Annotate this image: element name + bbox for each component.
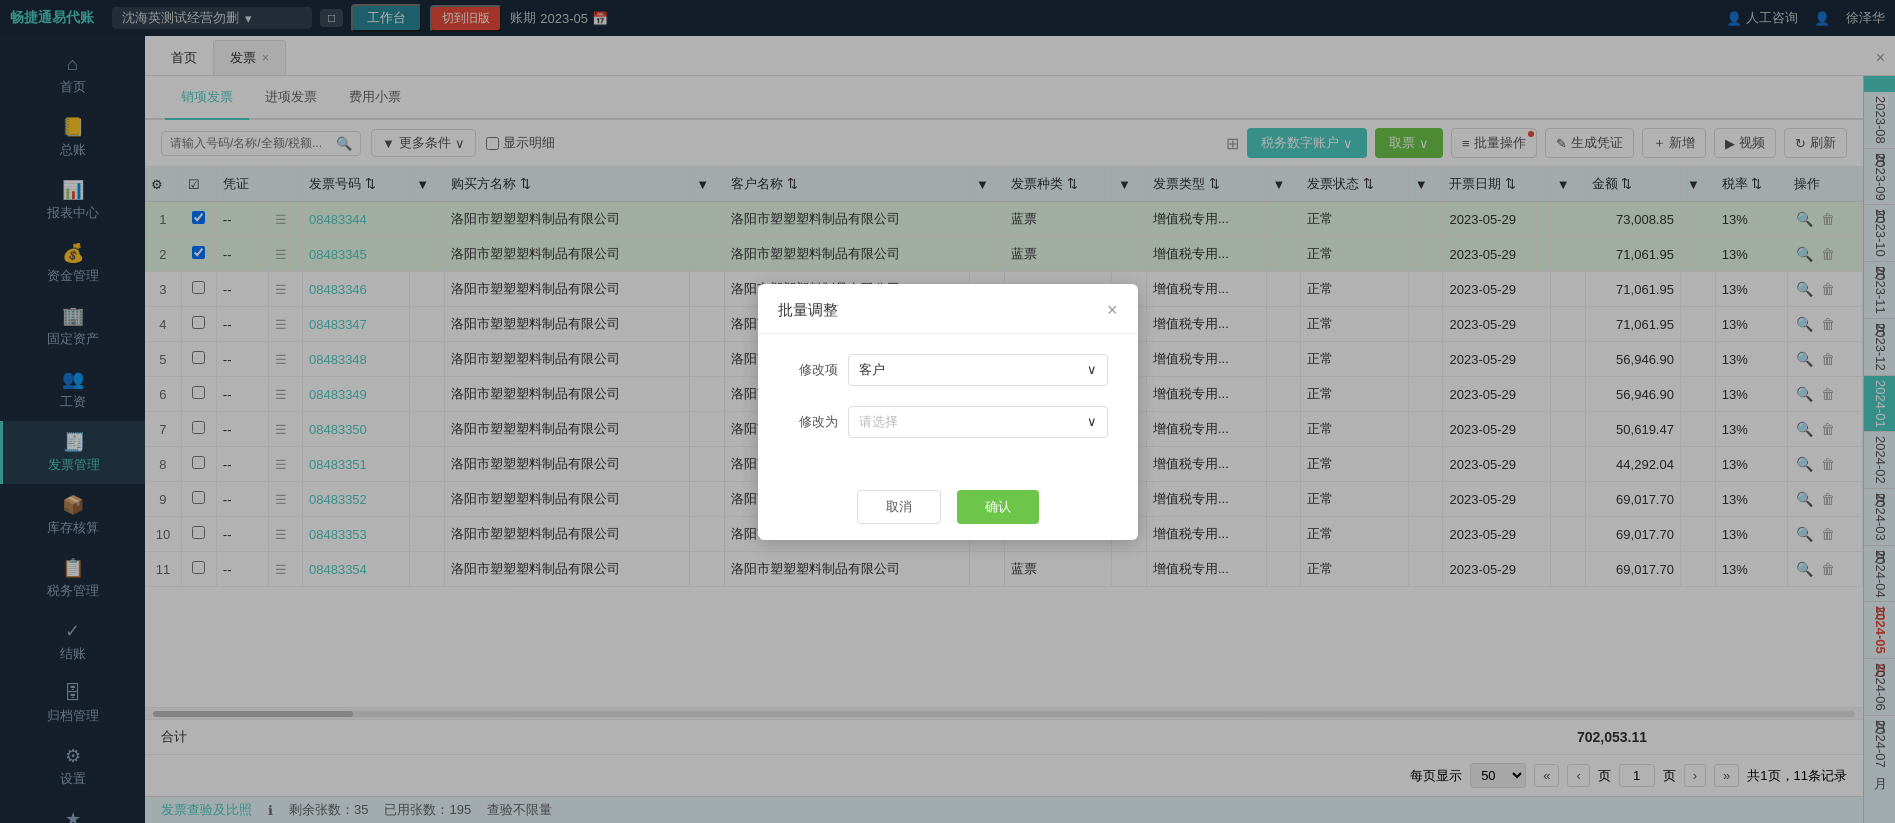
modify-item-chevron-icon: ∨ <box>1087 362 1097 377</box>
modal-footer: 取消 确认 <box>758 478 1138 540</box>
modify-item-select[interactable]: 客户 ∨ <box>848 354 1108 386</box>
modify-to-label: 修改为 <box>788 413 838 431</box>
modify-to-select[interactable]: 请选择 ∨ <box>848 406 1108 438</box>
cancel-btn[interactable]: 取消 <box>857 490 941 524</box>
modify-item-value: 客户 <box>859 361 885 379</box>
modal-close-btn[interactable]: × <box>1107 300 1118 321</box>
batch-adjust-modal: 批量调整 × 修改项 客户 ∨ 修改为 请选择 ∨ 取消 确认 <box>758 284 1138 540</box>
modify-to-placeholder: 请选择 <box>859 413 898 431</box>
modal-title: 批量调整 <box>778 301 838 320</box>
confirm-btn[interactable]: 确认 <box>957 490 1039 524</box>
modify-item-row: 修改项 客户 ∨ <box>788 354 1108 386</box>
modal-overlay[interactable]: 批量调整 × 修改项 客户 ∨ 修改为 请选择 ∨ 取消 确认 <box>0 0 1895 823</box>
modify-to-chevron-icon: ∨ <box>1087 414 1097 429</box>
modify-to-row: 修改为 请选择 ∨ <box>788 406 1108 438</box>
modify-item-label: 修改项 <box>788 361 838 379</box>
modal-header: 批量调整 × <box>758 284 1138 334</box>
modal-body: 修改项 客户 ∨ 修改为 请选择 ∨ <box>758 334 1138 478</box>
